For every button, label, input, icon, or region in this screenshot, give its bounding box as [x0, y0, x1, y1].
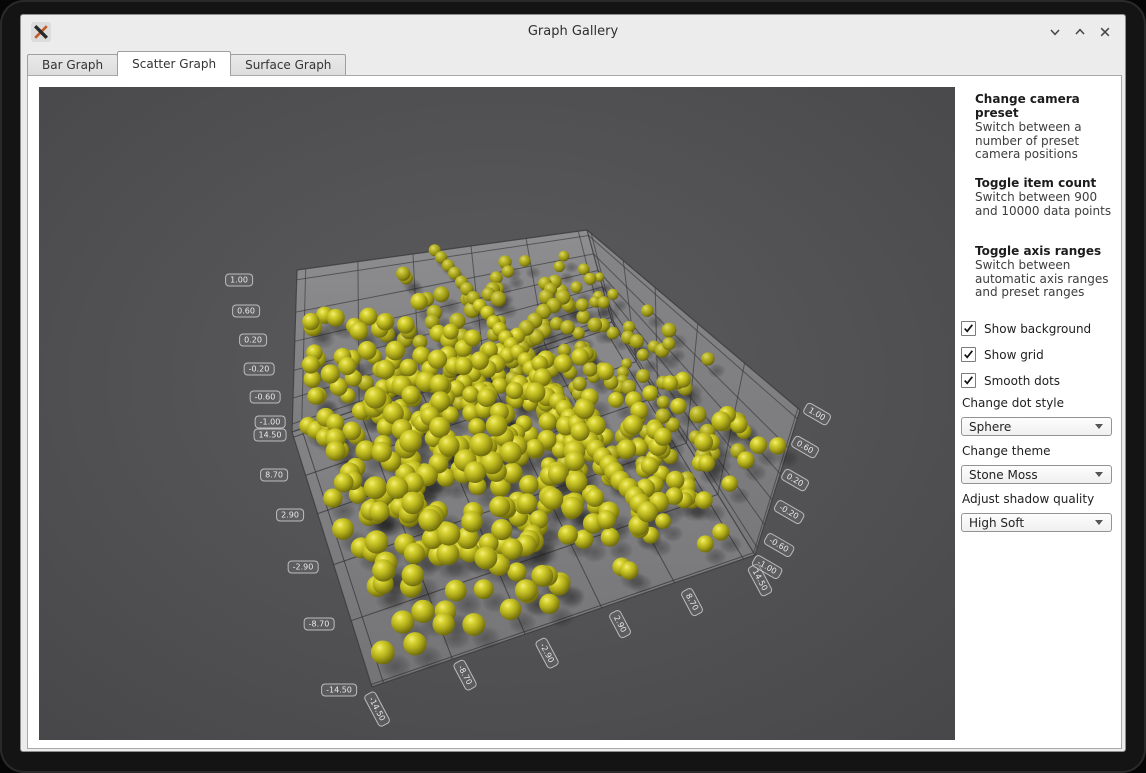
- chevron-up-icon: [1075, 28, 1085, 35]
- command-link-description: Switch between a number of preset camera…: [975, 120, 1082, 162]
- tab-bar: Bar Graph Scatter Graph Surface Graph: [27, 49, 1119, 76]
- chevron-down-icon: [1050, 29, 1060, 36]
- y-axis-label: -1.00: [254, 415, 286, 429]
- title-bar[interactable]: Graph Gallery: [21, 15, 1125, 49]
- checkbox-show-grid[interactable]: Show grid: [961, 347, 1044, 362]
- checkbox-smooth-dots[interactable]: Smooth dots: [961, 373, 1060, 388]
- x-axis-label: 14.50: [253, 428, 287, 442]
- checkbox-label: Show grid: [984, 347, 1044, 362]
- close-icon: [1100, 27, 1110, 37]
- tab-pane: 1.00 0.60 0.20 -0.20 -0.60 -1.00 14.50 8.70 2.90…: [27, 75, 1122, 749]
- window-controls: [1047, 15, 1113, 49]
- shadow-quality-select[interactable]: High Soft: [961, 513, 1112, 532]
- x-axis-label: -8.70: [303, 617, 335, 631]
- command-link-title: Toggle axis ranges: [975, 244, 1102, 258]
- checkbox-box[interactable]: [961, 321, 976, 336]
- scatter-graph-view[interactable]: 1.00 0.60 0.20 -0.20 -0.60 -1.00 14.50 8.70 2.90…: [39, 87, 955, 740]
- maximize-button[interactable]: [1072, 24, 1088, 40]
- checkbox-label: Smooth dots: [984, 373, 1061, 388]
- app-window: Graph Gallery Bar Graph Scatter Graph Su…: [20, 14, 1126, 752]
- y-axis-label: 0.20: [239, 333, 267, 347]
- chevron-down-icon: [1095, 520, 1103, 525]
- check-icon: [964, 376, 973, 385]
- close-button[interactable]: [1097, 24, 1113, 40]
- dot-style-select[interactable]: Sphere: [961, 417, 1112, 436]
- tab-scatter-graph[interactable]: Scatter Graph: [117, 51, 232, 76]
- window-title: Graph Gallery: [527, 24, 619, 39]
- x-axis-label: 2.90: [276, 508, 304, 522]
- x-axis-label: 8.70: [260, 468, 288, 482]
- theme-select[interactable]: Stone Moss: [961, 465, 1112, 484]
- checkbox-label: Show background: [984, 321, 1092, 336]
- tab-surface-graph[interactable]: Surface Graph: [230, 54, 347, 75]
- x-axis-label: -2.90: [287, 560, 319, 574]
- command-link-toggle-axis-ranges[interactable]: Toggle axis ranges Switch between automat…: [961, 244, 1119, 300]
- combo-value: Stone Moss: [969, 467, 1038, 482]
- command-link-description: Switch between 900 and 10000 data points: [975, 190, 1112, 218]
- screen-frame: Graph Gallery Bar Graph Scatter Graph Su…: [0, 0, 1146, 773]
- combo-label-adjust-shadow-quality: Adjust shadow quality: [962, 492, 1095, 506]
- combo-value: Sphere: [969, 419, 1012, 434]
- check-icon: [964, 324, 973, 333]
- checkbox-box[interactable]: [961, 347, 976, 362]
- check-icon: [964, 350, 973, 359]
- command-link-toggle-item-count[interactable]: Toggle item count Switch between 900 and …: [961, 176, 1119, 218]
- checkbox-show-background[interactable]: Show background: [961, 321, 1091, 336]
- chevron-down-icon: [1095, 424, 1103, 429]
- combo-value: High Soft: [969, 515, 1025, 530]
- command-link-change-camera-preset[interactable]: Change camera preset Switch between a num…: [961, 92, 1119, 162]
- command-link-title: Change camera preset: [975, 92, 1080, 120]
- chevron-down-icon: [1095, 472, 1103, 477]
- tab-bar-graph[interactable]: Bar Graph: [27, 54, 119, 75]
- combo-label-change-theme: Change theme: [962, 444, 1051, 458]
- x-axis-label: -14.50: [321, 683, 357, 697]
- y-axis-label: -0.20: [243, 362, 275, 376]
- controls-panel: Change camera preset Switch between a num…: [961, 76, 1121, 748]
- y-axis-label: 0.60: [232, 304, 260, 318]
- combo-label-change-dot-style: Change dot style: [962, 396, 1065, 410]
- checkbox-box[interactable]: [961, 373, 976, 388]
- minimize-button[interactable]: [1047, 24, 1063, 40]
- command-link-description: Switch between automatic axis ranges and…: [975, 258, 1109, 300]
- command-link-title: Toggle item count: [975, 176, 1097, 190]
- y-axis-label: 1.00: [225, 273, 253, 287]
- y-axis-label: -0.60: [249, 390, 281, 404]
